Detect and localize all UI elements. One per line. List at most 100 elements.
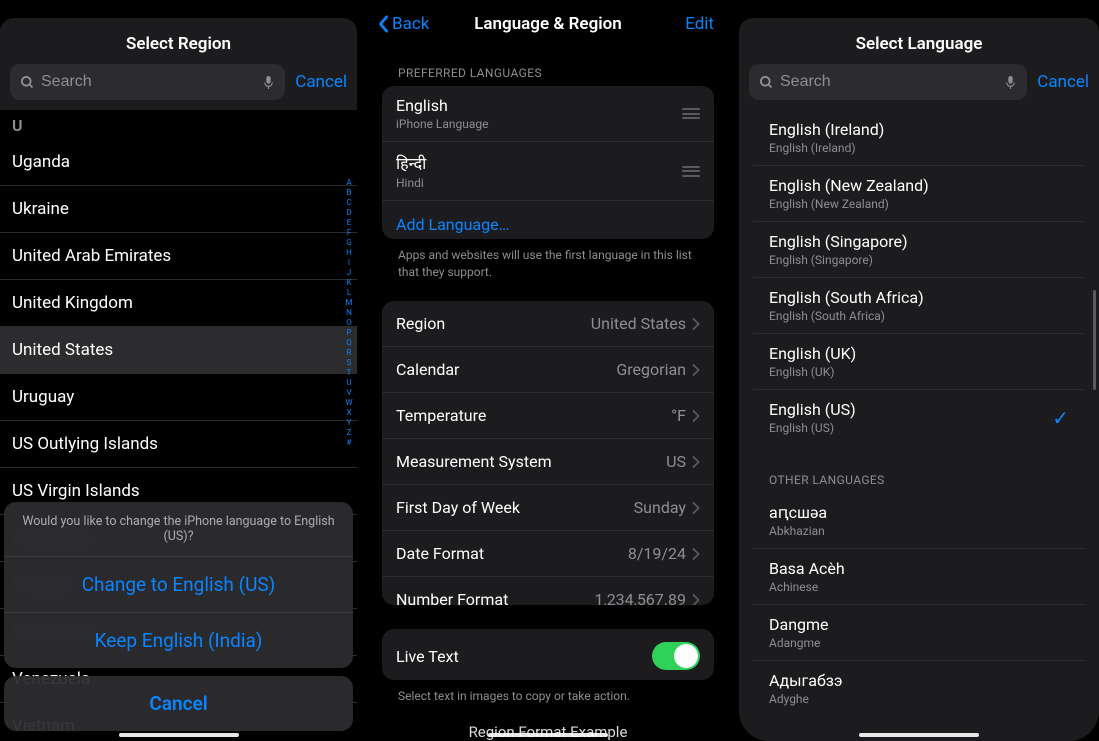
- region-row[interactable]: Ukraine: [0, 186, 357, 233]
- search-field[interactable]: [749, 64, 1027, 100]
- language-name: English (New Zealand): [769, 176, 1069, 195]
- search-cancel[interactable]: Cancel: [1037, 72, 1089, 92]
- numberformat-row[interactable]: Number Format 1,234,567.89: [382, 577, 714, 605]
- reorder-icon[interactable]: [682, 166, 700, 177]
- index-letter[interactable]: M: [343, 298, 355, 308]
- language-option-row[interactable]: English (Singapore) English (Singapore): [753, 222, 1085, 278]
- index-letter[interactable]: L: [343, 288, 355, 298]
- index-letter[interactable]: W: [343, 398, 355, 408]
- searchbar-row: Cancel: [739, 64, 1099, 110]
- reorder-icon[interactable]: [682, 108, 700, 119]
- alphabet-index[interactable]: ABCDEFGHIJKLMNOPQRSTUVWXYZ#: [343, 178, 355, 448]
- setting-value: United States: [591, 314, 686, 333]
- region-row[interactable]: United Kingdom: [0, 280, 357, 327]
- region-row[interactable]: United Arab Emirates: [0, 233, 357, 280]
- change-language-button[interactable]: Change to English (US): [4, 557, 353, 613]
- index-letter[interactable]: R: [343, 348, 355, 358]
- index-letter[interactable]: K: [343, 278, 355, 288]
- language-subtitle: Adangme: [769, 636, 1069, 650]
- preferred-languages-footer: Apps and websites will use the first lan…: [368, 239, 728, 281]
- region-row[interactable]: US Outlying Islands: [0, 421, 357, 468]
- language-option-row[interactable]: Basa Acèh Achinese: [753, 549, 1085, 605]
- index-letter[interactable]: Z: [343, 428, 355, 438]
- add-language-button[interactable]: Add Language…: [382, 201, 714, 239]
- preferred-language-row[interactable]: हिन्दी Hindi: [382, 142, 714, 201]
- action-sheet-cancel-button[interactable]: Cancel: [4, 676, 353, 731]
- language-subtitle: English (Ireland): [769, 141, 1069, 155]
- index-letter[interactable]: G: [343, 238, 355, 248]
- other-languages-header: OTHER LANGUAGES: [739, 445, 1099, 493]
- preferred-language-row[interactable]: English iPhone Language: [382, 86, 714, 142]
- index-letter[interactable]: N: [343, 308, 355, 318]
- index-letter[interactable]: Y: [343, 418, 355, 428]
- region-row[interactable]: Region United States: [382, 301, 714, 347]
- language-option-row[interactable]: Адыгабзэ Adyghe: [753, 661, 1085, 716]
- index-letter[interactable]: T: [343, 368, 355, 378]
- keep-language-button[interactable]: Keep English (India): [4, 613, 353, 668]
- select-language-screen: Select Language Cancel English (Ireland)…: [739, 0, 1099, 741]
- search-input[interactable]: [780, 73, 1004, 91]
- language-option-row[interactable]: English (South Africa) English (South Af…: [753, 278, 1085, 334]
- language-option-row[interactable]: English (UK) English (UK): [753, 334, 1085, 390]
- region-row[interactable]: Uganda: [0, 139, 357, 186]
- language-subtitle: English (New Zealand): [769, 197, 1069, 211]
- index-letter[interactable]: H: [343, 248, 355, 258]
- index-letter[interactable]: S: [343, 358, 355, 368]
- index-letter[interactable]: C: [343, 198, 355, 208]
- index-letter[interactable]: E: [343, 218, 355, 228]
- setting-value: °F: [671, 406, 686, 425]
- index-letter[interactable]: I: [343, 258, 355, 268]
- index-letter[interactable]: D: [343, 208, 355, 218]
- calendar-row[interactable]: Calendar Gregorian: [382, 347, 714, 393]
- home-indicator[interactable]: [859, 733, 979, 737]
- index-letter[interactable]: A: [343, 178, 355, 188]
- language-name: English (Singapore): [769, 232, 1069, 251]
- language-option-row[interactable]: English (New Zealand) English (New Zeala…: [753, 166, 1085, 222]
- modal-title: Select Region: [0, 18, 357, 64]
- language-option-row[interactable]: English (Ireland) English (Ireland): [753, 110, 1085, 166]
- region-row[interactable]: Uruguay: [0, 374, 357, 421]
- language-option-row[interactable]: Dangme Adangme: [753, 605, 1085, 661]
- language-name: English (Ireland): [769, 120, 1069, 139]
- dateformat-row[interactable]: Date Format 8/19/24: [382, 531, 714, 577]
- region-row[interactable]: United States: [0, 327, 357, 374]
- language-region-screen: Back Language & Region Edit PREFERRED LA…: [368, 0, 728, 741]
- index-letter[interactable]: #: [343, 438, 355, 448]
- index-letter[interactable]: Q: [343, 338, 355, 348]
- chevron-right-icon: [692, 410, 700, 422]
- search-input[interactable]: [41, 73, 262, 91]
- index-letter[interactable]: J: [343, 268, 355, 278]
- setting-label: Temperature: [396, 406, 486, 425]
- setting-value: Sunday: [634, 498, 686, 517]
- search-field[interactable]: [10, 64, 285, 100]
- mic-icon[interactable]: [262, 74, 275, 91]
- nav-bar: Back Language & Region Edit: [368, 0, 728, 44]
- temperature-row[interactable]: Temperature °F: [382, 393, 714, 439]
- language-subtitle: English (UK): [769, 365, 1069, 379]
- language-option-row[interactable]: аԥсшәа Abkhazian: [753, 493, 1085, 549]
- home-indicator[interactable]: [488, 733, 608, 737]
- search-cancel[interactable]: Cancel: [295, 72, 347, 92]
- language-subtitle: Hindi: [396, 176, 426, 190]
- language-name: Dangme: [769, 615, 1069, 634]
- index-letter[interactable]: X: [343, 408, 355, 418]
- index-letter[interactable]: P: [343, 328, 355, 338]
- index-letter[interactable]: F: [343, 228, 355, 238]
- index-letter[interactable]: U: [343, 378, 355, 388]
- firstday-row[interactable]: First Day of Week Sunday: [382, 485, 714, 531]
- index-letter[interactable]: V: [343, 388, 355, 398]
- index-letter[interactable]: B: [343, 188, 355, 198]
- language-option-row[interactable]: English (US) English (US) ✓: [753, 390, 1085, 445]
- back-button[interactable]: Back: [378, 14, 429, 34]
- mic-icon[interactable]: [1004, 74, 1017, 91]
- language-list[interactable]: English (Ireland) English (Ireland) Engl…: [739, 110, 1099, 741]
- setting-label: First Day of Week: [396, 498, 520, 517]
- language-name: English (South Africa): [769, 288, 1069, 307]
- index-letter[interactable]: O: [343, 318, 355, 328]
- edit-button[interactable]: Edit: [685, 14, 714, 34]
- measurement-row[interactable]: Measurement System US: [382, 439, 714, 485]
- chevron-right-icon: [692, 318, 700, 330]
- live-text-toggle[interactable]: [652, 642, 700, 670]
- home-indicator[interactable]: [119, 733, 239, 737]
- scroll-indicator[interactable]: [1093, 290, 1096, 390]
